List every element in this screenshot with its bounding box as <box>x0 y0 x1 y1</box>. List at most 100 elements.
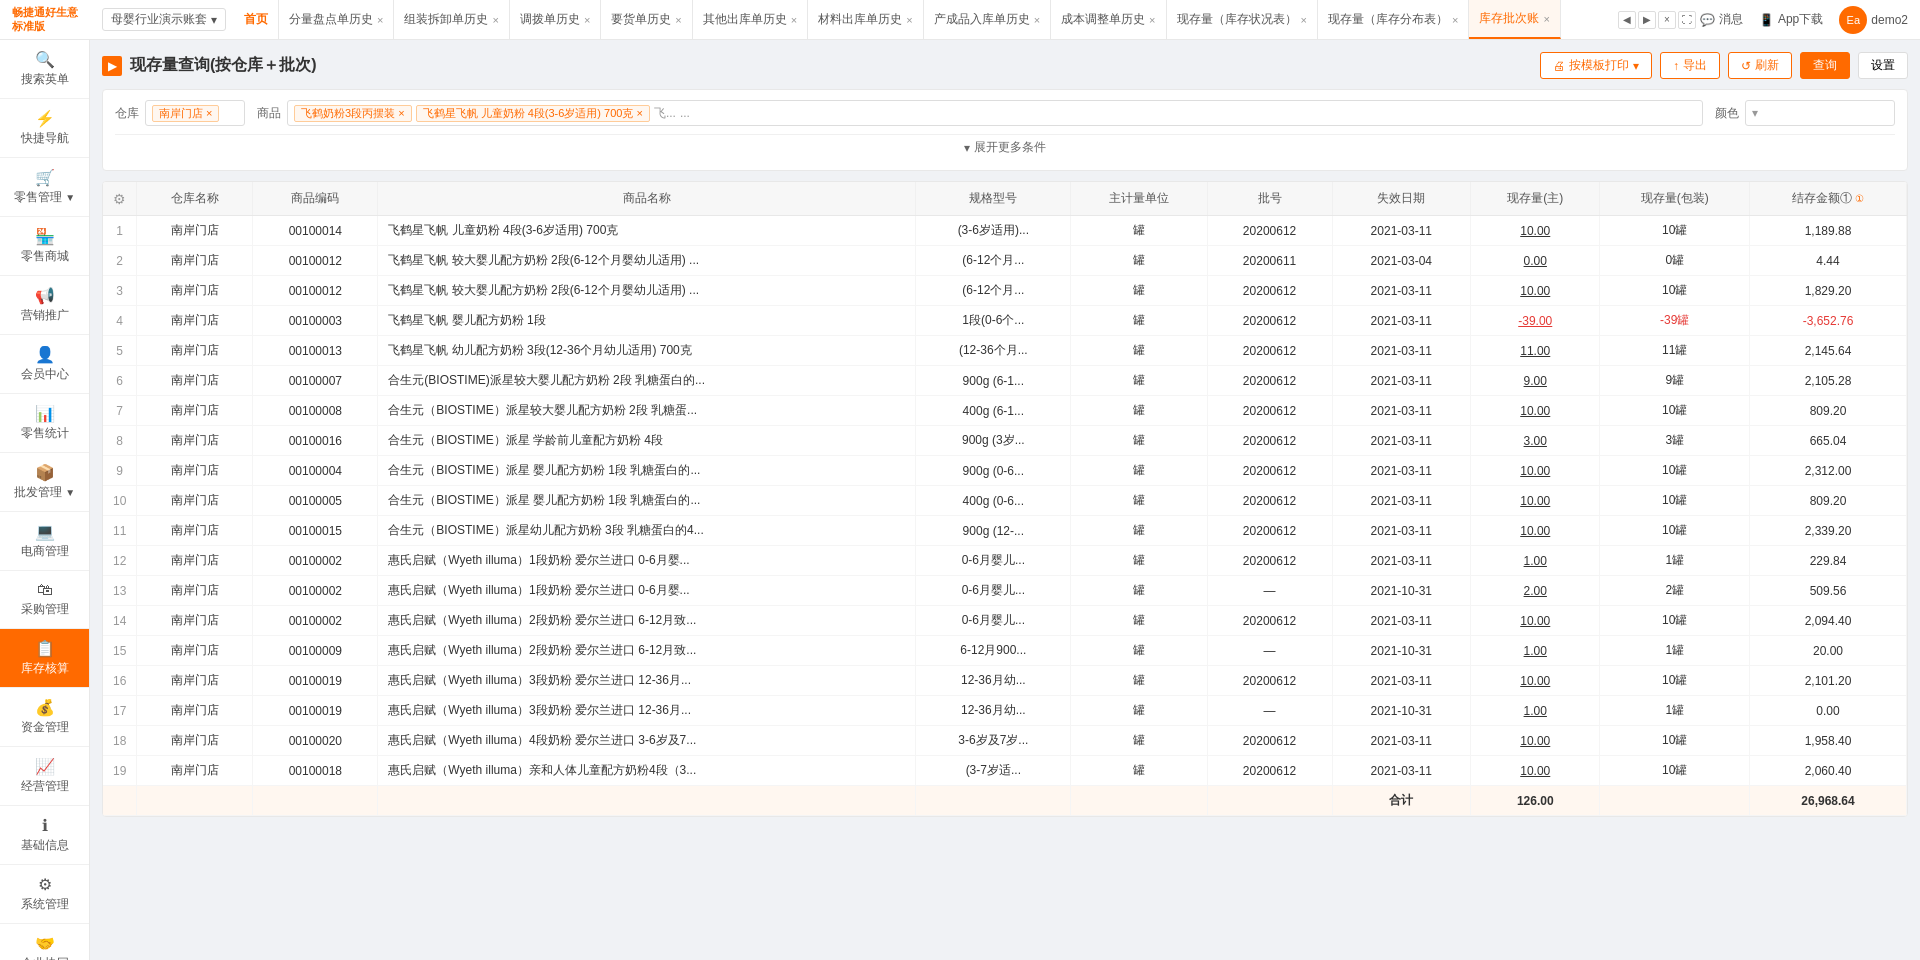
row-warehouse-4: 南岸门店 <box>137 306 253 336</box>
tab-1[interactable]: 分量盘点单历史 × <box>279 0 394 39</box>
expand-filters-btn[interactable]: ▾ 展开更多条件 <box>115 134 1895 160</box>
tab-2-close[interactable]: × <box>492 14 498 26</box>
tab-prev-btn[interactable]: ◀ <box>1618 11 1636 29</box>
sidebar-item-purchase[interactable]: 🛍 采购管理 <box>0 571 89 629</box>
tab-7[interactable]: 产成品入库单历史 × <box>924 0 1051 39</box>
row-qty-main-18[interactable]: 10.00 <box>1471 726 1600 756</box>
row-qty-main-12[interactable]: 1.00 <box>1471 546 1600 576</box>
tab-1-close[interactable]: × <box>377 14 383 26</box>
tab-9[interactable]: 现存量（库存状况表） × <box>1167 0 1318 39</box>
sidebar-item-member[interactable]: 👤 会员中心 <box>0 335 89 394</box>
sidebar-item-ecommerce[interactable]: 💻 电商管理 <box>0 512 89 571</box>
tab-10[interactable]: 现存量（库存分布表） × <box>1318 0 1469 39</box>
row-qty-main-15[interactable]: 1.00 <box>1471 636 1600 666</box>
row-qty-main-10[interactable]: 10.00 <box>1471 486 1600 516</box>
tab-next-btn[interactable]: ▶ <box>1638 11 1656 29</box>
row-qty-main-7[interactable]: 10.00 <box>1471 396 1600 426</box>
tab-3[interactable]: 调拨单历史 × <box>510 0 601 39</box>
row-expire-9: 2021-03-11 <box>1332 456 1470 486</box>
tab-10-close[interactable]: × <box>1452 14 1458 26</box>
sidebar-item-retail-stats[interactable]: 📊 零售统计 <box>0 394 89 453</box>
tab-3-close[interactable]: × <box>584 14 590 26</box>
sidebar-item-finance[interactable]: 💰 资金管理 <box>0 688 89 747</box>
tab-6[interactable]: 材料出库单历史 × <box>808 0 923 39</box>
user-avatar-area[interactable]: Ea demo2 <box>1839 6 1908 34</box>
row-qty-main-2[interactable]: 0.00 <box>1471 246 1600 276</box>
sidebar-item-operations[interactable]: 📈 经营管理 <box>0 747 89 806</box>
sidebar-label-13: 基础信息 <box>21 838 69 852</box>
tab-4[interactable]: 要货单历史 × <box>601 0 692 39</box>
settings-btn[interactable]: 设置 <box>1858 52 1908 79</box>
row-qty-main-4[interactable]: -39.00 <box>1471 306 1600 336</box>
tab-8[interactable]: 成本调整单历史 × <box>1051 0 1166 39</box>
tab-2[interactable]: 组装拆卸单历史 × <box>394 0 509 39</box>
tab-maximize-btn[interactable]: ⛶ <box>1678 11 1696 29</box>
row-qty-main-13[interactable]: 2.00 <box>1471 576 1600 606</box>
row-code-4: 00100003 <box>253 306 378 336</box>
row-qty-main-1[interactable]: 10.00 <box>1471 216 1600 246</box>
tab-11-close[interactable]: × <box>1543 13 1549 25</box>
row-qty-pkg-9: 10罐 <box>1600 456 1750 486</box>
row-qty-main-17[interactable]: 1.00 <box>1471 696 1600 726</box>
row-batch-18: 20200612 <box>1207 726 1332 756</box>
color-tag-container[interactable]: ▾ <box>1745 100 1895 126</box>
row-qty-main-16[interactable]: 10.00 <box>1471 666 1600 696</box>
print-btn[interactable]: 🖨 按模板打印 ▾ <box>1540 52 1652 79</box>
product-more-dots[interactable]: 飞... <box>654 105 676 122</box>
product-tag-1-remove[interactable]: × <box>398 107 404 119</box>
sidebar-item-system[interactable]: ⚙ 系统管理 <box>0 865 89 924</box>
query-btn[interactable]: 查询 <box>1800 52 1850 79</box>
sidebar-item-search[interactable]: 🔍 搜索英单 <box>0 40 89 99</box>
row-expire-8: 2021-03-11 <box>1332 426 1470 456</box>
table-header-row: ⚙ 仓库名称 商品编码 商品名称 <box>103 182 1907 216</box>
app-download-btn[interactable]: 📱 App下载 <box>1759 11 1823 28</box>
tab-close-btn[interactable]: × <box>1658 11 1676 29</box>
row-qty-main-8[interactable]: 3.00 <box>1471 426 1600 456</box>
tab-7-close[interactable]: × <box>1034 14 1040 26</box>
avatar-initials: Ea <box>1847 14 1860 26</box>
expand-label: 展开更多条件 <box>974 139 1046 156</box>
warehouse-selector[interactable]: 母婴行业演示账套 ▾ <box>102 8 226 31</box>
tab-8-close[interactable]: × <box>1149 14 1155 26</box>
sidebar-item-retail-mall[interactable]: 🏪 零售商城 <box>0 217 89 276</box>
warehouse-tag-1-remove[interactable]: × <box>206 107 212 119</box>
tab-5[interactable]: 其他出库单历史 × <box>693 0 808 39</box>
row-qty-main-5[interactable]: 11.00 <box>1471 336 1600 366</box>
tab-11[interactable]: 库存批次账 × <box>1469 0 1560 39</box>
row-batch-4: 20200612 <box>1207 306 1332 336</box>
sidebar-item-collab[interactable]: 🤝 企业协同 <box>0 924 89 960</box>
sidebar-item-marketing[interactable]: 📢 营销推广 <box>0 276 89 335</box>
product-tag-container[interactable]: 飞鹤奶粉3段丙摆装 × 飞鹤星飞帆 儿童奶粉 4段(3-6岁适用) 700克 ×… <box>287 100 1703 126</box>
row-amount-13: 509.56 <box>1750 576 1907 606</box>
row-qty-main-6[interactable]: 9.00 <box>1471 366 1600 396</box>
row-qty-main-9[interactable]: 10.00 <box>1471 456 1600 486</box>
sum-empty-8 <box>1600 786 1750 816</box>
message-btn[interactable]: 💬 消息 <box>1700 11 1743 28</box>
table-settings-icon[interactable]: ⚙ <box>113 191 126 207</box>
export-btn[interactable]: ↑ 导出 <box>1660 52 1720 79</box>
sidebar-item-wholesale[interactable]: 📦 批发管理 ▼ <box>0 453 89 512</box>
box-icon: 📦 <box>6 463 83 482</box>
row-expire-11: 2021-03-11 <box>1332 516 1470 546</box>
sidebar-item-retail-mgmt[interactable]: 🛒 零售管理 ▼ <box>0 158 89 217</box>
product-tag-2-remove[interactable]: × <box>636 107 642 119</box>
warehouse-tag-container[interactable]: 南岸门店 × <box>145 100 245 126</box>
sidebar-item-basicinfo[interactable]: ℹ 基础信息 <box>0 806 89 865</box>
tab-4-close[interactable]: × <box>675 14 681 26</box>
tab-home[interactable]: 首页 <box>234 0 279 39</box>
row-qty-main-3[interactable]: 10.00 <box>1471 276 1600 306</box>
col-settings[interactable]: ⚙ <box>103 182 137 216</box>
tab-5-close[interactable]: × <box>791 14 797 26</box>
sidebar-item-inventory[interactable]: 📋 库存核算 <box>0 629 89 688</box>
row-qty-main-11[interactable]: 10.00 <box>1471 516 1600 546</box>
row-qty-main-14[interactable]: 10.00 <box>1471 606 1600 636</box>
product-dots-2[interactable]: ... <box>680 106 690 120</box>
tab-9-close[interactable]: × <box>1301 14 1307 26</box>
amount-info-icon[interactable]: ① <box>1855 193 1864 204</box>
expand-panel-btn[interactable]: ▶ <box>102 56 122 76</box>
row-qty-main-19[interactable]: 10.00 <box>1471 756 1600 786</box>
sidebar-item-quicknav[interactable]: ⚡ 快捷导航 <box>0 99 89 158</box>
refresh-btn[interactable]: ↺ 刷新 <box>1728 52 1792 79</box>
tab-6-close[interactable]: × <box>906 14 912 26</box>
warehouse-filter: 仓库 南岸门店 × <box>115 100 245 126</box>
